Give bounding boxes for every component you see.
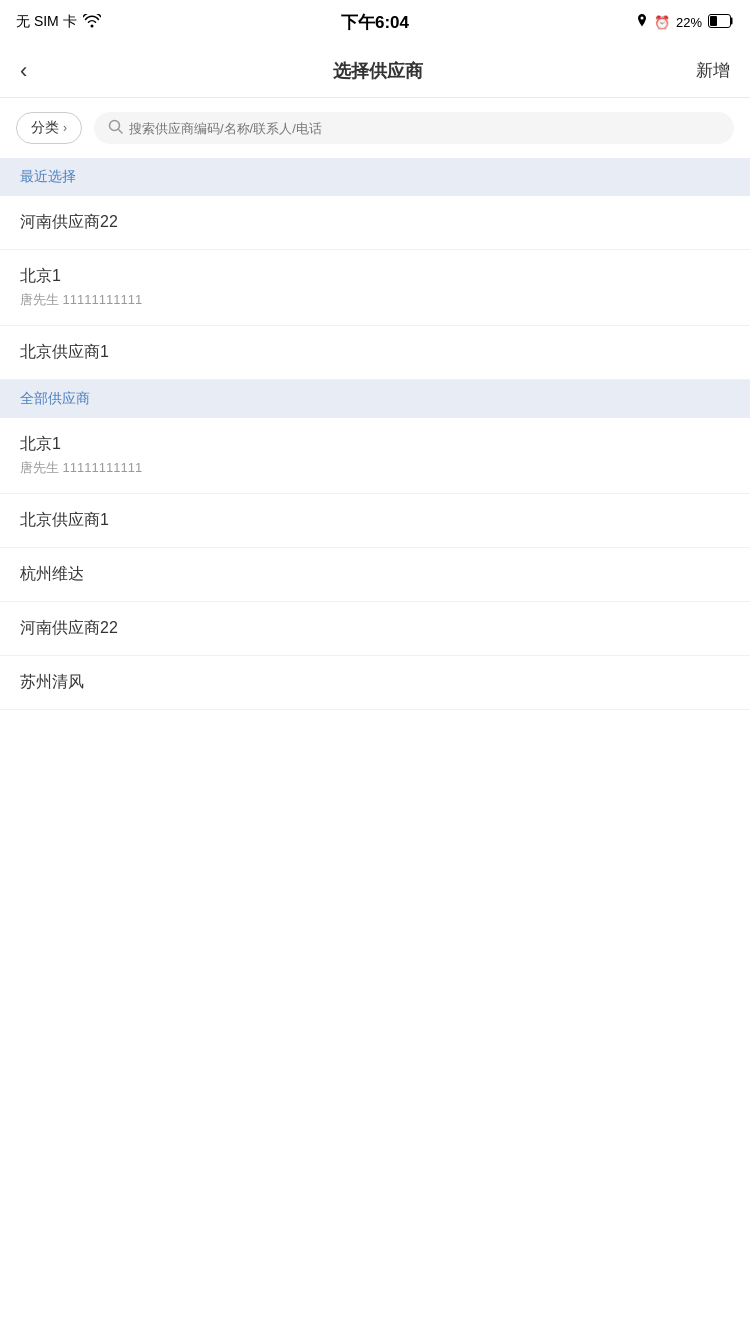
status-left: 无 SIM 卡: [16, 13, 101, 31]
add-button[interactable]: 新增: [696, 59, 730, 82]
svg-line-3: [119, 130, 123, 134]
item-name: 北京1: [20, 266, 730, 287]
status-time: 下午6:04: [341, 11, 409, 34]
sim-label: 无 SIM 卡: [16, 13, 77, 31]
filter-bar: 分类 ›: [0, 98, 750, 158]
battery-icon: [708, 14, 734, 31]
list-item[interactable]: 北京供应商1: [0, 494, 750, 548]
list-item[interactable]: 河南供应商22: [0, 602, 750, 656]
search-input[interactable]: [129, 121, 720, 136]
item-name: 苏州清风: [20, 672, 730, 693]
recent-items-list: 河南供应商22 北京1 唐先生 11111111111 北京供应商1: [0, 196, 750, 380]
battery-percentage: 22%: [676, 15, 702, 30]
nav-bar: ‹ 选择供应商 新增: [0, 44, 750, 98]
item-name: 杭州维达: [20, 564, 730, 585]
location-icon: [636, 14, 648, 31]
svg-rect-1: [710, 16, 717, 26]
nav-title: 选择供应商: [333, 59, 423, 83]
item-name: 河南供应商22: [20, 212, 730, 233]
back-button[interactable]: ‹: [20, 58, 60, 84]
list-item[interactable]: 北京1 唐先生 11111111111: [0, 250, 750, 326]
wifi-icon: [83, 14, 101, 31]
all-items-list: 北京1 唐先生 11111111111 北京供应商1 杭州维达河南供应商22 苏州清风: [0, 418, 750, 710]
list-item[interactable]: 苏州清风: [0, 656, 750, 710]
item-sub: 唐先生 11111111111: [20, 291, 730, 309]
status-right: ⏰ 22%: [636, 14, 734, 31]
alarm-icon: ⏰: [654, 15, 670, 30]
list-item[interactable]: 河南供应商22: [0, 196, 750, 250]
item-name: 北京1: [20, 434, 730, 455]
list-item[interactable]: 北京1 唐先生 11111111111: [0, 418, 750, 494]
status-bar: 无 SIM 卡 下午6:04 ⏰ 22%: [0, 0, 750, 44]
list-item[interactable]: 北京供应商1: [0, 326, 750, 380]
recent-section-header: 最近选择: [0, 158, 750, 196]
item-name: 河南供应商22: [20, 618, 730, 639]
category-label: 分类: [31, 119, 59, 137]
item-sub: 唐先生 11111111111: [20, 459, 730, 477]
category-filter-button[interactable]: 分类 ›: [16, 112, 82, 144]
search-icon: [108, 119, 123, 137]
search-box: [94, 112, 734, 144]
chevron-right-icon: ›: [63, 121, 67, 135]
item-name: 北京供应商1: [20, 510, 730, 531]
list-item[interactable]: 杭州维达: [0, 548, 750, 602]
item-name: 北京供应商1: [20, 342, 730, 363]
all-section-header: 全部供应商: [0, 380, 750, 418]
